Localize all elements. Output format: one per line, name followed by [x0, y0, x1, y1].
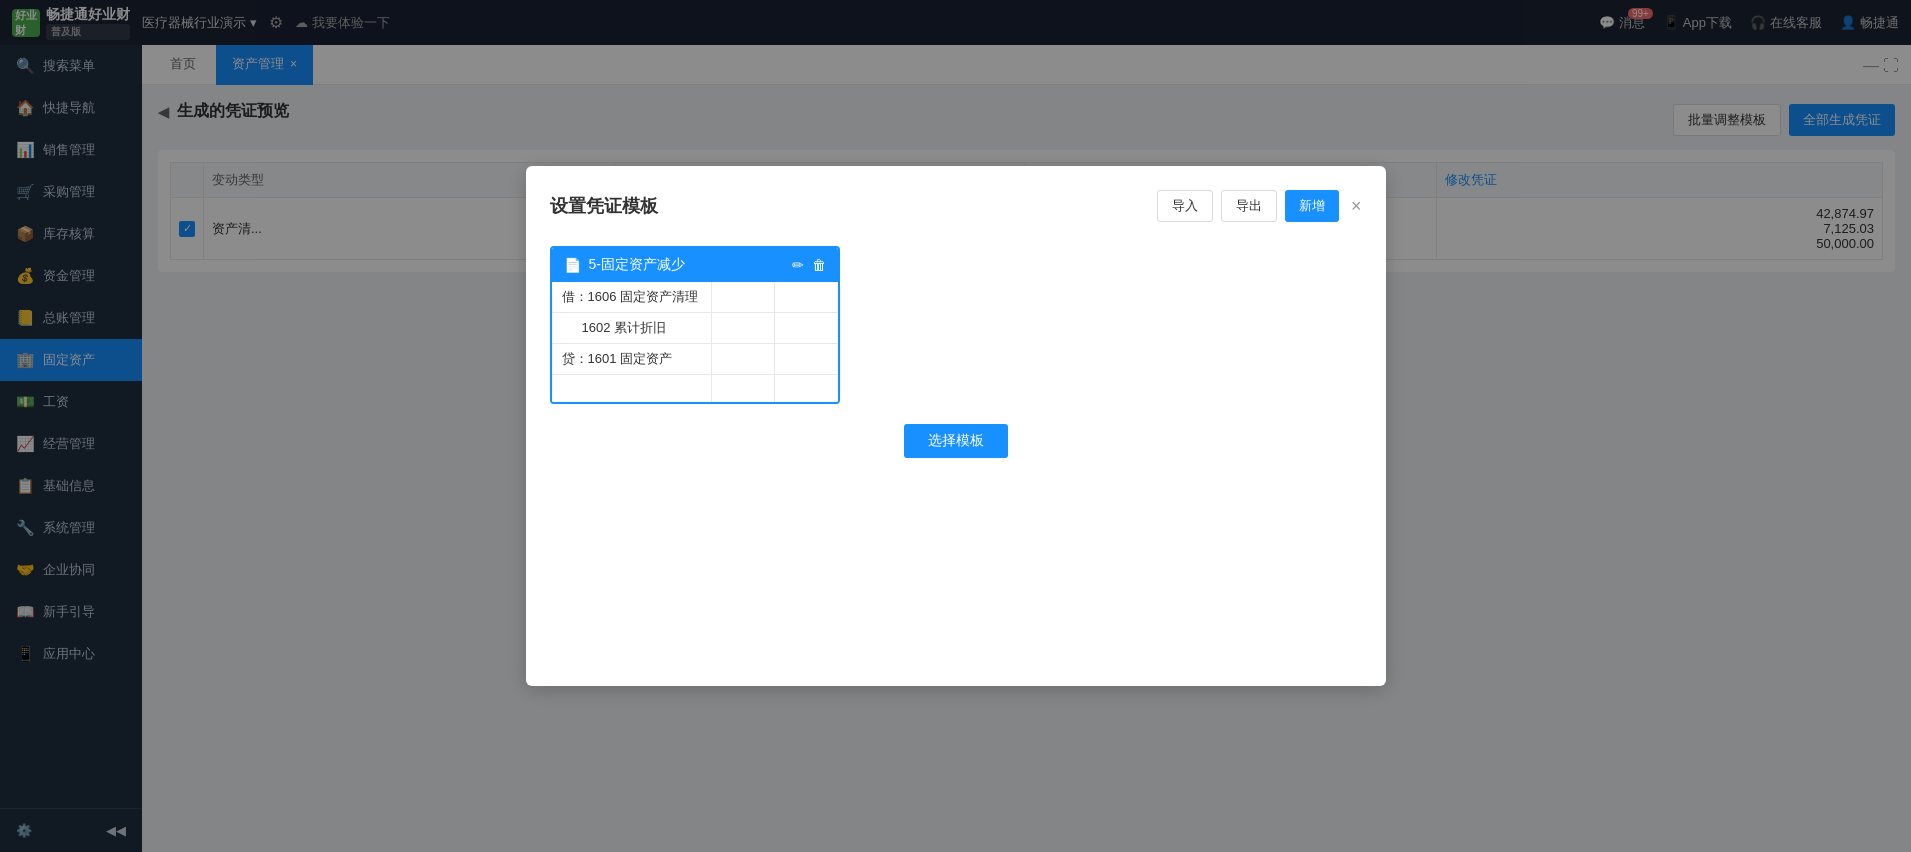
template-header-left: 📄 5-固定资产减少: [564, 256, 685, 274]
modal-close-button[interactable]: ×: [1351, 197, 1362, 215]
credit-cell2: [775, 344, 838, 374]
credit-label: 贷：1601 固定资产: [552, 344, 712, 374]
template-card-actions: ✏ 🗑: [792, 257, 826, 273]
export-button[interactable]: 导出: [1221, 190, 1277, 222]
modal-header: 设置凭证模板 导入 导出 新增 ×: [550, 190, 1362, 222]
template-card: 📄 5-固定资产减少 ✏ 🗑 借：1606 固定资产清理 1602 累计折旧: [550, 246, 840, 404]
modal-overlay: 设置凭证模板 导入 导出 新增 × 📄 5-固定资产减少 ✏ 🗑: [0, 0, 1911, 852]
empty-cell3: [775, 375, 838, 402]
debit2-cell1: [712, 313, 776, 343]
debit-label: 借：1606 固定资产清理: [552, 282, 712, 312]
modal-actions: 导入 导出 新增: [1157, 190, 1339, 222]
debit2-cell2: [775, 313, 838, 343]
edit-icon[interactable]: ✏: [792, 257, 804, 273]
empty-cell1: [552, 375, 712, 402]
select-template-button[interactable]: 选择模板: [904, 424, 1008, 458]
delete-icon[interactable]: 🗑: [812, 257, 826, 273]
debit-label2: 1602 累计折旧: [552, 313, 712, 343]
template-name: 5-固定资产减少: [589, 256, 685, 274]
template-card-body: 借：1606 固定资产清理 1602 累计折旧 贷：1601 固定资产: [552, 282, 838, 402]
credit-cell1: [712, 344, 776, 374]
modal-title: 设置凭证模板: [550, 194, 658, 218]
doc-icon: 📄: [564, 257, 581, 273]
template-row-empty: [552, 375, 838, 402]
template-row-debit1: 借：1606 固定资产清理: [552, 282, 838, 313]
debit-cell1: [712, 282, 776, 312]
template-row-debit2: 1602 累计折旧: [552, 313, 838, 344]
debit-cell2: [775, 282, 838, 312]
new-button[interactable]: 新增: [1285, 190, 1339, 222]
import-button[interactable]: 导入: [1157, 190, 1213, 222]
template-row-credit: 贷：1601 固定资产: [552, 344, 838, 375]
template-card-header: 📄 5-固定资产减少 ✏ 🗑: [552, 248, 838, 282]
set-template-modal: 设置凭证模板 导入 导出 新增 × 📄 5-固定资产减少 ✏ 🗑: [526, 166, 1386, 686]
empty-cell2: [712, 375, 776, 402]
